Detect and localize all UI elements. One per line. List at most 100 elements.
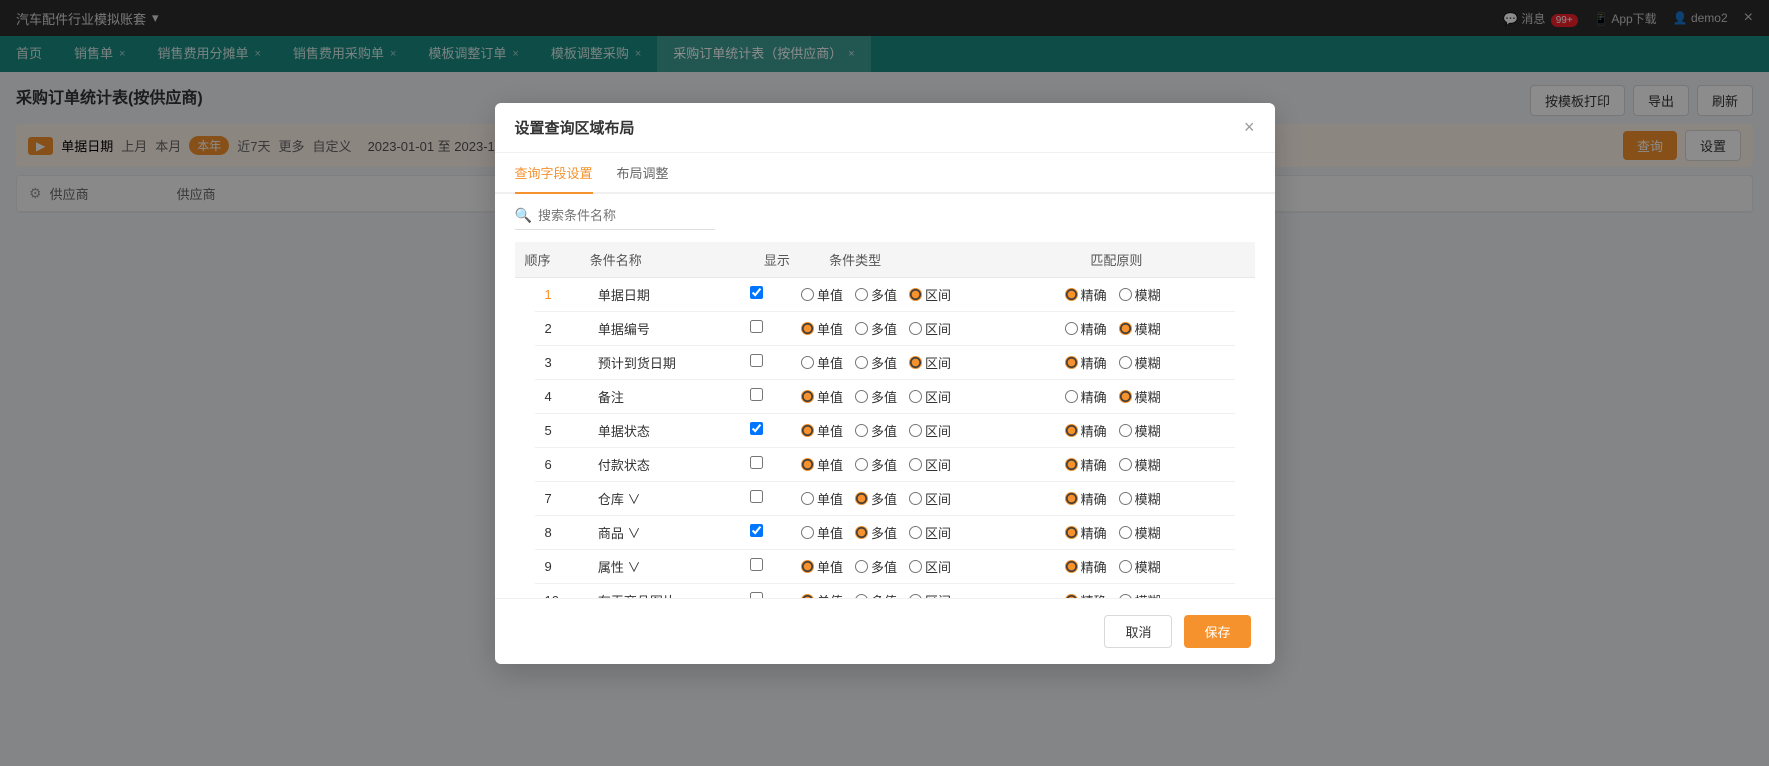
search-box: 🔍 [515, 206, 715, 230]
radio-type-单值[interactable]: 单值 [801, 319, 843, 338]
dialog-close-button[interactable]: × [1244, 117, 1255, 138]
radio-match-模糊[interactable]: 模糊 [1119, 387, 1161, 406]
radio-type-多值[interactable]: 多值 [855, 591, 897, 598]
radio-type-多值[interactable]: 多值 [855, 285, 897, 304]
radio-match-精确[interactable]: 精确 [1065, 353, 1107, 372]
radio-match-精确[interactable]: 精确 [1065, 319, 1107, 338]
row-match-radio-group: 精确模糊 [1055, 379, 1235, 413]
display-checkbox[interactable] [750, 320, 763, 333]
row-order: 4 [535, 379, 588, 413]
dialog-footer: 取消 保存 [495, 598, 1275, 664]
display-checkbox[interactable] [750, 422, 763, 435]
radio-type-单值[interactable]: 单值 [801, 353, 843, 372]
row-type-radio-group: 单值多值区间 [791, 549, 1055, 583]
row-match-radio-group: 精确模糊 [1055, 549, 1235, 583]
row-condition-name: 单据编号 [588, 311, 740, 345]
display-checkbox[interactable] [750, 456, 763, 469]
table-row: 8商品 ∨单值多值区间精确模糊 [535, 515, 1235, 549]
row-display-checkbox[interactable] [740, 447, 791, 481]
radio-match-模糊[interactable]: 模糊 [1119, 557, 1161, 576]
radio-type-区间[interactable]: 区间 [909, 353, 951, 372]
display-checkbox[interactable] [750, 354, 763, 367]
radio-match-模糊[interactable]: 模糊 [1119, 421, 1161, 440]
radio-match-模糊[interactable]: 模糊 [1119, 523, 1161, 542]
display-checkbox[interactable] [750, 524, 763, 537]
radio-type-单值[interactable]: 单值 [801, 421, 843, 440]
radio-match-模糊[interactable]: 模糊 [1119, 489, 1161, 508]
tab-layout-adjust[interactable]: 布局调整 [617, 153, 669, 194]
row-display-checkbox[interactable] [740, 311, 791, 345]
radio-match-精确[interactable]: 精确 [1065, 455, 1107, 474]
row-display-checkbox[interactable] [740, 379, 791, 413]
th-order: 顺序 [515, 242, 580, 278]
radio-type-多值[interactable]: 多值 [855, 319, 897, 338]
radio-type-区间[interactable]: 区间 [909, 285, 951, 304]
radio-match-模糊[interactable]: 模糊 [1119, 285, 1161, 304]
radio-match-模糊[interactable]: 模糊 [1119, 319, 1161, 338]
row-order: 10 [535, 583, 588, 598]
display-checkbox[interactable] [750, 558, 763, 571]
row-display-checkbox[interactable] [740, 583, 791, 598]
radio-type-单值[interactable]: 单值 [801, 387, 843, 406]
table-row: 3预计到货日期 单值多值区间 精确模糊 [535, 345, 1235, 379]
radio-type-单值[interactable]: 单值 [801, 285, 843, 304]
radio-type-单值[interactable]: 单值 [801, 591, 843, 598]
row-match-radio-group: 精确模糊 [1055, 481, 1235, 515]
radio-match-精确[interactable]: 精确 [1065, 591, 1107, 598]
row-display-checkbox[interactable] [740, 549, 791, 583]
search-input[interactable] [532, 206, 715, 225]
radio-type-多值[interactable]: 多值 [855, 455, 897, 474]
radio-type-多值[interactable]: 多值 [855, 523, 897, 542]
row-condition-name: 备注 [588, 379, 740, 413]
radio-type-区间[interactable]: 区间 [909, 489, 951, 508]
radio-type-单值[interactable]: 单值 [801, 557, 843, 576]
row-display-checkbox[interactable] [740, 515, 791, 549]
radio-match-精确[interactable]: 精确 [1065, 285, 1107, 304]
table-row: 7仓库 ∨单值多值区间精确模糊 [535, 481, 1235, 515]
radio-match-精确[interactable]: 精确 [1065, 557, 1107, 576]
row-display-checkbox[interactable] [740, 278, 791, 312]
cancel-button[interactable]: 取消 [1104, 615, 1172, 648]
row-condition-name: 单据日期 [588, 278, 740, 312]
radio-match-精确[interactable]: 精确 [1065, 387, 1107, 406]
radio-type-单值[interactable]: 单值 [801, 455, 843, 474]
radio-match-模糊[interactable]: 模糊 [1119, 353, 1161, 372]
radio-match-精确[interactable]: 精确 [1065, 421, 1107, 440]
row-condition-name: 仓库 ∨ [588, 481, 740, 515]
save-button[interactable]: 保存 [1184, 615, 1250, 648]
row-order: 2 [535, 311, 588, 345]
radio-type-区间[interactable]: 区间 [909, 557, 951, 576]
radio-type-多值[interactable]: 多值 [855, 557, 897, 576]
row-condition-name: 属性 ∨ [588, 549, 740, 583]
display-checkbox[interactable] [750, 286, 763, 299]
radio-type-单值[interactable]: 单值 [801, 489, 843, 508]
row-condition-name: 预计到货日期 [588, 345, 740, 379]
radio-type-区间[interactable]: 区间 [909, 455, 951, 474]
th-display: 显示 [754, 242, 819, 278]
radio-type-区间[interactable]: 区间 [909, 319, 951, 338]
radio-type-多值[interactable]: 多值 [855, 421, 897, 440]
row-display-checkbox[interactable] [740, 413, 791, 447]
radio-type-多值[interactable]: 多值 [855, 353, 897, 372]
tab-query-fields[interactable]: 查询字段设置 [515, 153, 593, 194]
radio-type-多值[interactable]: 多值 [855, 387, 897, 406]
radio-type-多值[interactable]: 多值 [855, 489, 897, 508]
row-display-checkbox[interactable] [740, 481, 791, 515]
row-type-radio-group: 单值多值区间 [791, 311, 1055, 345]
display-checkbox[interactable] [750, 490, 763, 503]
radio-match-精确[interactable]: 精确 [1065, 489, 1107, 508]
th-name: 条件名称 [580, 242, 754, 278]
row-order: 3 [535, 345, 588, 379]
radio-type-区间[interactable]: 区间 [909, 523, 951, 542]
radio-match-模糊[interactable]: 模糊 [1119, 591, 1161, 598]
radio-type-区间[interactable]: 区间 [909, 387, 951, 406]
row-type-radio-group: 单值多值区间 [791, 278, 1055, 312]
row-display-checkbox[interactable] [740, 345, 791, 379]
radio-type-区间[interactable]: 区间 [909, 591, 951, 598]
radio-type-区间[interactable]: 区间 [909, 421, 951, 440]
radio-match-模糊[interactable]: 模糊 [1119, 455, 1161, 474]
display-checkbox[interactable] [750, 388, 763, 401]
radio-match-精确[interactable]: 精确 [1065, 523, 1107, 542]
radio-type-单值[interactable]: 单值 [801, 523, 843, 542]
row-order: 8 [535, 515, 588, 549]
